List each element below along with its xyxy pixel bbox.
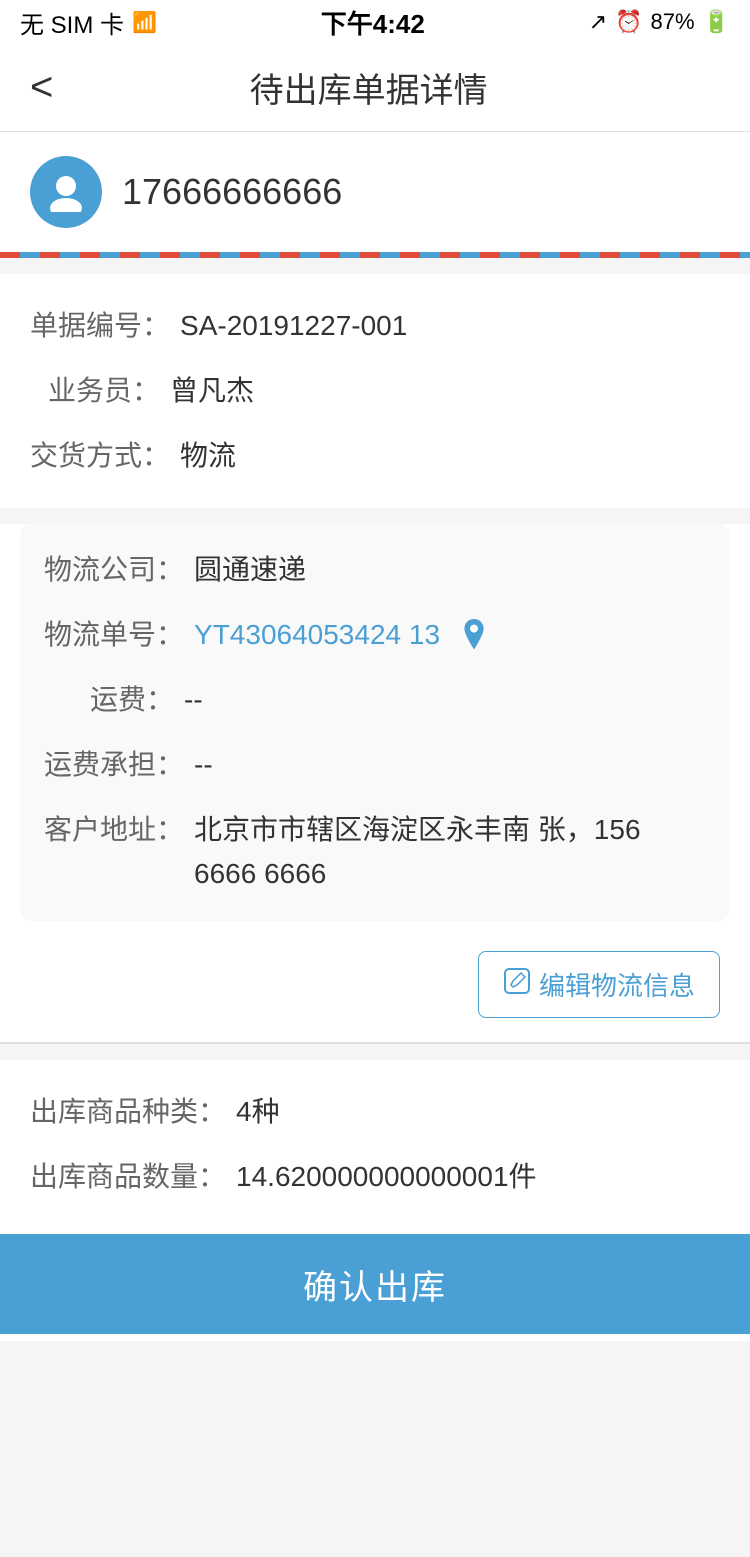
- freight-row: 运费： --: [44, 678, 706, 723]
- nav-bar: < 待出库单据详情: [0, 44, 750, 132]
- dashed-divider: [0, 252, 750, 258]
- location-status-icon: ↗: [589, 9, 607, 35]
- pencil-icon: [503, 967, 531, 995]
- status-bar: 无 SIM 卡 📶 下午4:42 ↗ ⏰ 87% 🔋: [0, 0, 750, 44]
- edit-logistics-label: 编辑物流信息: [539, 966, 695, 1003]
- salesman-value: 曾凡杰: [170, 369, 720, 414]
- customer-phone: 17666666666: [122, 171, 342, 213]
- freight-label: 运费：: [44, 678, 174, 723]
- address-value: 北京市市辖区海淀区永丰南 张，156 6666 6666: [194, 808, 706, 898]
- clock-icon: ⏰: [615, 9, 642, 35]
- freight-bear-row: 运费承担： --: [44, 743, 706, 788]
- page-title: 待出库单据详情: [73, 63, 664, 112]
- document-info-section: 单据编号： SA-20191227-001 业务员： 曾凡杰 交货方式： 物流: [0, 274, 750, 508]
- status-time: 下午4:42: [321, 4, 425, 41]
- goods-type-label: 出库商品种类：: [30, 1090, 226, 1135]
- doc-number-row: 单据编号： SA-20191227-001: [30, 304, 720, 349]
- logistics-section: 物流公司： 圆通速递 物流单号： YT43064053424 13 运费： --…: [0, 524, 750, 931]
- address-label: 客户地址：: [44, 808, 184, 853]
- logistics-tracking-row: 物流单号： YT43064053424 13: [44, 613, 706, 658]
- logistics-tracking-value: YT43064053424 13: [194, 613, 706, 658]
- logistics-tracking-label: 物流单号：: [44, 613, 184, 658]
- goods-type-value: 4种: [236, 1090, 720, 1135]
- logistics-card: 物流公司： 圆通速递 物流单号： YT43064053424 13 运费： --…: [20, 524, 730, 921]
- salesman-row: 业务员： 曾凡杰: [30, 369, 720, 414]
- map-pin-icon[interactable]: [458, 619, 490, 651]
- delivery-value: 物流: [180, 434, 720, 479]
- logistics-company-label: 物流公司：: [44, 548, 184, 593]
- freight-value: --: [184, 678, 706, 723]
- customer-header: 17666666666: [0, 132, 750, 252]
- edit-icon: [503, 967, 531, 1002]
- avatar: [30, 156, 102, 228]
- empty-spacer: [0, 1357, 750, 1557]
- logistics-company-value: 圆通速递: [194, 548, 706, 593]
- wifi-icon: 📶: [132, 10, 157, 35]
- sim-text: 无 SIM 卡: [20, 5, 124, 40]
- salesman-label: 业务员：: [30, 369, 160, 414]
- doc-number-value: SA-20191227-001: [180, 304, 720, 349]
- goods-type-row: 出库商品种类： 4种: [30, 1090, 720, 1135]
- person-icon: [46, 172, 86, 212]
- goods-quantity-row: 出库商品数量： 14.620000000000001件: [30, 1155, 720, 1200]
- freight-bear-value: --: [194, 743, 706, 788]
- goods-quantity-label: 出库商品数量：: [30, 1155, 226, 1200]
- battery-text: 87%: [651, 9, 695, 35]
- address-row: 客户地址： 北京市市辖区海淀区永丰南 张，156 6666 6666: [44, 808, 706, 898]
- confirm-outbound-button[interactable]: 确认出库: [0, 1234, 750, 1334]
- goods-section: 出库商品种类： 4种 出库商品数量： 14.620000000000001件: [0, 1060, 750, 1230]
- battery-icon: 🔋: [703, 9, 730, 35]
- freight-bear-label: 运费承担：: [44, 743, 184, 788]
- back-button[interactable]: <: [30, 65, 53, 110]
- logistics-company-row: 物流公司： 圆通速递: [44, 548, 706, 593]
- delivery-row: 交货方式： 物流: [30, 434, 720, 479]
- bottom-area: 确认出库: [0, 1234, 750, 1334]
- status-left: 无 SIM 卡 📶: [20, 5, 157, 40]
- edit-btn-container: 编辑物流信息: [0, 931, 750, 1042]
- doc-number-label: 单据编号：: [30, 304, 170, 349]
- status-right: ↗ ⏰ 87% 🔋: [589, 9, 730, 35]
- goods-quantity-value: 14.620000000000001件: [236, 1155, 720, 1200]
- delivery-label: 交货方式：: [30, 434, 170, 479]
- edit-logistics-button[interactable]: 编辑物流信息: [478, 951, 720, 1018]
- section-divider: [0, 1042, 750, 1044]
